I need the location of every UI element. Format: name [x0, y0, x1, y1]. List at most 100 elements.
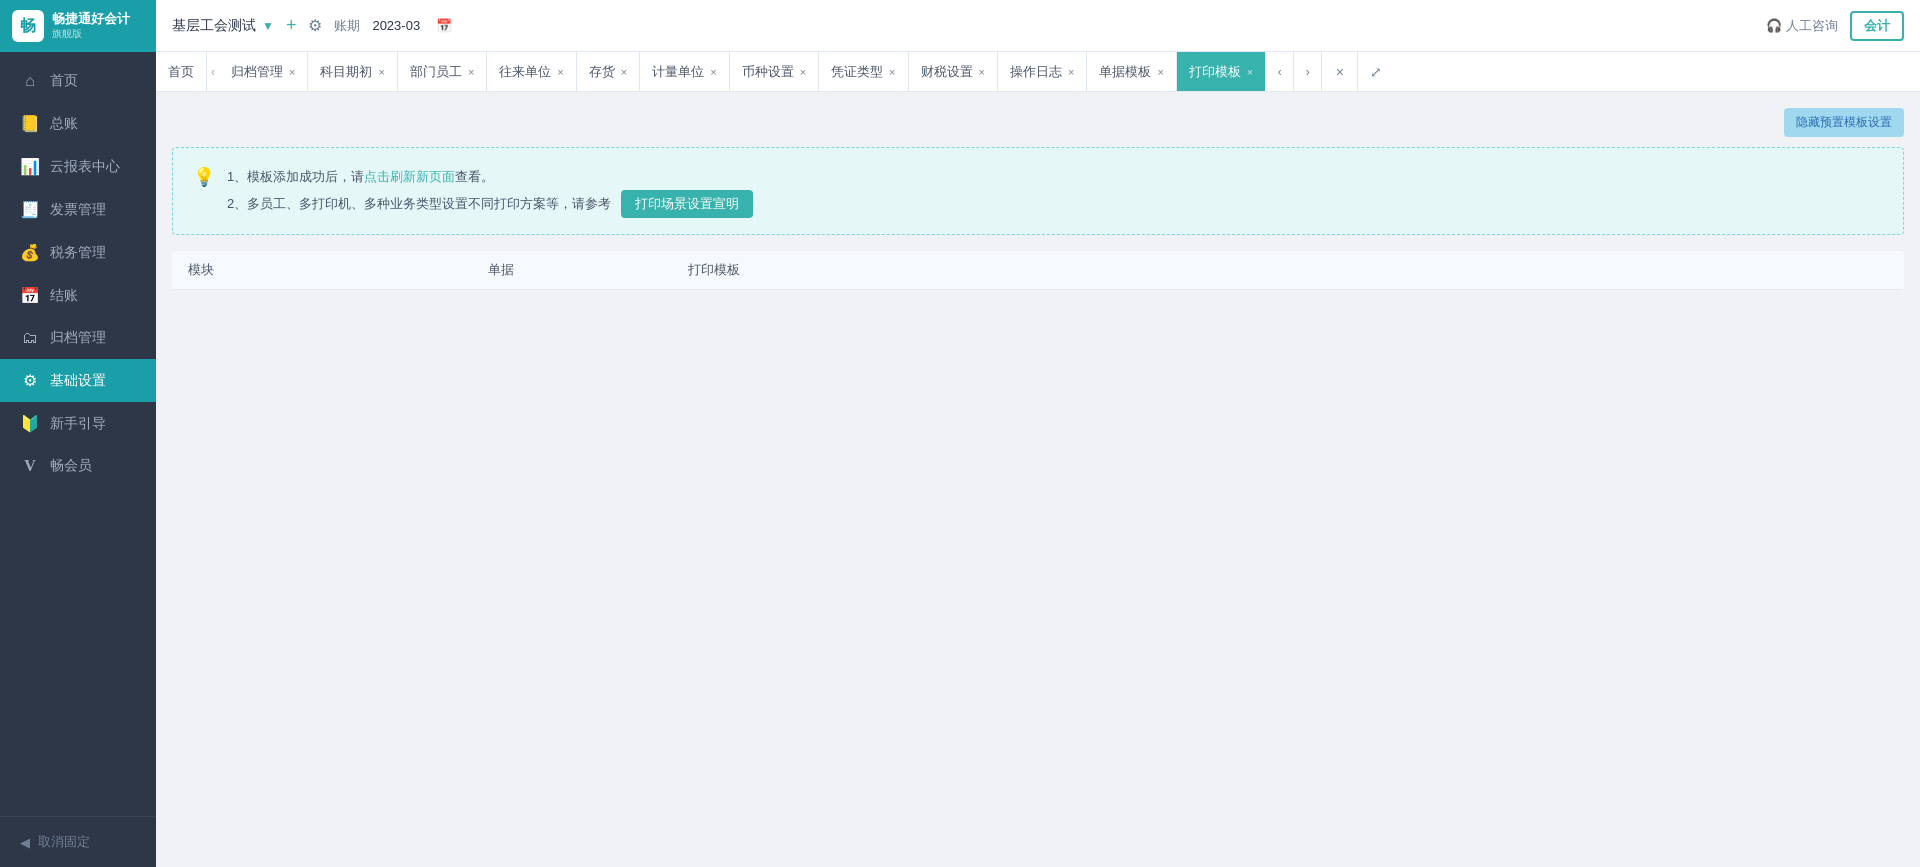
sidebar-item-tax[interactable]: 💰 税务管理: [0, 231, 156, 274]
info-line1-suffix: 查看。: [455, 169, 494, 184]
sidebar: 畅 畅捷通好会计 旗舰版 ⌂ 首页 📒 总账 📊 云报表中心 🧾 发票管理 💰 …: [0, 0, 156, 867]
sidebar-item-label: 发票管理: [50, 201, 106, 219]
data-table: 模块 单据 打印模板: [172, 251, 1904, 290]
tab-print-template[interactable]: 打印模板 ×: [1177, 52, 1266, 92]
tabs-bar: 首页 ‹ 归档管理 × 科目期初 × 部门员工 × 往来单位 × 存货 × 计量…: [156, 52, 1920, 92]
calendar-icon[interactable]: 📅: [436, 18, 452, 33]
tab-next-button[interactable]: ›: [1294, 52, 1322, 92]
settings-icon: ⚙: [20, 371, 40, 390]
unpin-button[interactable]: ◀ 取消固定: [0, 816, 156, 867]
table-header: 模块 单据 打印模板: [172, 251, 1904, 290]
sidebar-menu: ⌂ 首页 📒 总账 📊 云报表中心 🧾 发票管理 💰 税务管理 📅 结账 🗂 归…: [0, 52, 156, 816]
sidebar-item-home[interactable]: ⌂ 首页: [0, 60, 156, 102]
unpin-label: 取消固定: [38, 833, 90, 851]
tab-prev-button[interactable]: ‹: [1266, 52, 1294, 92]
sidebar-item-member[interactable]: V 畅会员: [0, 445, 156, 487]
guide-icon: 🔰: [20, 414, 40, 433]
add-company-button[interactable]: +: [286, 15, 297, 36]
tab-currency[interactable]: 币种设置 ×: [730, 52, 819, 92]
sidebar-item-ledger[interactable]: 📒 总账: [0, 102, 156, 145]
topbar-right: 🎧 人工咨询 会计: [1766, 11, 1904, 41]
invoice-icon: 🧾: [20, 200, 40, 219]
sidebar-item-invoice[interactable]: 🧾 发票管理: [0, 188, 156, 231]
tab-expand-button[interactable]: ⤢: [1358, 52, 1394, 92]
column-module: 模块: [188, 261, 488, 279]
content-area: 隐藏预置模板设置 💡 1、模板添加成功后，请点击刷新新页面查看。 2、多员工、多…: [156, 92, 1920, 867]
hide-preview-template-button[interactable]: 隐藏预置模板设置: [1784, 108, 1904, 137]
home-icon: ⌂: [20, 72, 40, 90]
column-single: 单据: [488, 261, 688, 279]
print-scene-button[interactable]: 打印场景设置宣明: [621, 190, 753, 218]
sidebar-item-settings[interactable]: ⚙ 基础设置: [0, 359, 156, 402]
logo-icon: 畅: [12, 10, 44, 42]
tab-close-counterparty[interactable]: ×: [557, 66, 563, 78]
tab-dept-staff[interactable]: 部门员工 ×: [398, 52, 487, 92]
sidebar-item-label: 结账: [50, 287, 78, 305]
tab-close-dept-staff[interactable]: ×: [468, 66, 474, 78]
tab-measure-unit[interactable]: 计量单位 ×: [640, 52, 729, 92]
tab-voucher-type[interactable]: 凭证类型 ×: [819, 52, 908, 92]
refresh-link[interactable]: 点击刷新新页面: [364, 169, 455, 184]
logo-area: 畅 畅捷通好会计 旗舰版: [0, 0, 156, 52]
sidebar-item-guide[interactable]: 🔰 新手引导: [0, 402, 156, 445]
tab-close-tax-settings[interactable]: ×: [979, 66, 985, 78]
tab-close-single-form[interactable]: ×: [1157, 66, 1163, 78]
tax-icon: 💰: [20, 243, 40, 262]
headset-icon: 🎧: [1766, 18, 1782, 33]
service-button[interactable]: 🎧 人工咨询: [1766, 17, 1838, 35]
tab-close-operation-log[interactable]: ×: [1068, 66, 1074, 78]
tab-close-currency[interactable]: ×: [800, 66, 806, 78]
sidebar-item-label: 税务管理: [50, 244, 106, 262]
tab-close-print-template[interactable]: ×: [1247, 66, 1253, 78]
tab-close-voucher-type[interactable]: ×: [889, 66, 895, 78]
info-text-content: 1、模板添加成功后，请点击刷新新页面查看。 2、多员工、多打印机、多种业务类型设…: [227, 164, 753, 218]
tab-tax-settings[interactable]: 财税设置 ×: [909, 52, 998, 92]
tab-close-all-button[interactable]: ×: [1322, 52, 1358, 92]
reports-icon: 📊: [20, 157, 40, 176]
tab-operation-log[interactable]: 操作日志 ×: [998, 52, 1087, 92]
logo-subtitle: 旗舰版: [52, 27, 130, 41]
tab-nav-breadcrumb[interactable]: ‹: [207, 65, 219, 79]
sidebar-item-label: 畅会员: [50, 457, 92, 475]
tab-home[interactable]: 首页: [156, 52, 207, 92]
kuaiji-button[interactable]: 会计: [1850, 11, 1904, 41]
tab-subject-init[interactable]: 科目期初 ×: [308, 52, 397, 92]
tab-close-measure-unit[interactable]: ×: [710, 66, 716, 78]
sidebar-item-label: 云报表中心: [50, 158, 120, 176]
tab-inventory[interactable]: 存货 ×: [577, 52, 640, 92]
topbar: 基层工会测试 ▼ + ⚙ 账期 2023-03 📅 🎧 人工咨询 会计: [156, 0, 1920, 52]
ledger-icon: 📒: [20, 114, 40, 133]
member-icon: V: [20, 457, 40, 475]
sidebar-item-closing[interactable]: 📅 结账: [0, 274, 156, 317]
tab-close-archive-mgmt[interactable]: ×: [289, 66, 295, 78]
logo-title: 畅捷通好会计: [52, 11, 130, 27]
tab-close-inventory[interactable]: ×: [621, 66, 627, 78]
company-settings-icon[interactable]: ⚙: [308, 16, 322, 35]
unpin-icon: ◀: [20, 835, 30, 850]
bulb-icon: 💡: [193, 166, 215, 188]
period-label: 账期: [334, 17, 360, 35]
info-box: 💡 1、模板添加成功后，请点击刷新新页面查看。 2、多员工、多打印机、多种业务类…: [172, 147, 1904, 235]
period-value: 2023-03: [372, 18, 420, 33]
info-line1-prefix: 1、模板添加成功后，请: [227, 169, 364, 184]
service-label: 人工咨询: [1786, 17, 1838, 35]
sidebar-item-label: 新手引导: [50, 415, 106, 433]
column-template: 打印模板: [688, 261, 1888, 279]
closing-icon: 📅: [20, 286, 40, 305]
tab-counterparty[interactable]: 往来单位 ×: [487, 52, 576, 92]
sidebar-item-reports[interactable]: 📊 云报表中心: [0, 145, 156, 188]
tab-close-subject-init[interactable]: ×: [378, 66, 384, 78]
tab-archive-mgmt[interactable]: 归档管理 ×: [219, 52, 308, 92]
sidebar-item-label: 总账: [50, 115, 78, 133]
company-name: 基层工会测试: [172, 17, 256, 35]
info-line2-prefix: 2、多员工、多打印机、多种业务类型设置不同打印方案等，请参考: [227, 196, 611, 211]
archive-icon: 🗂: [20, 329, 40, 347]
tab-single-form[interactable]: 单据模板 ×: [1087, 52, 1176, 92]
sidebar-item-label: 基础设置: [50, 372, 106, 390]
company-selector[interactable]: 基层工会测试 ▼: [172, 17, 274, 35]
sidebar-item-label: 归档管理: [50, 329, 106, 347]
company-dropdown-icon: ▼: [262, 19, 274, 33]
sidebar-item-archive[interactable]: 🗂 归档管理: [0, 317, 156, 359]
kuaiji-label: 会计: [1864, 18, 1890, 33]
main-area: 基层工会测试 ▼ + ⚙ 账期 2023-03 📅 🎧 人工咨询 会计 首页 ‹…: [156, 0, 1920, 867]
